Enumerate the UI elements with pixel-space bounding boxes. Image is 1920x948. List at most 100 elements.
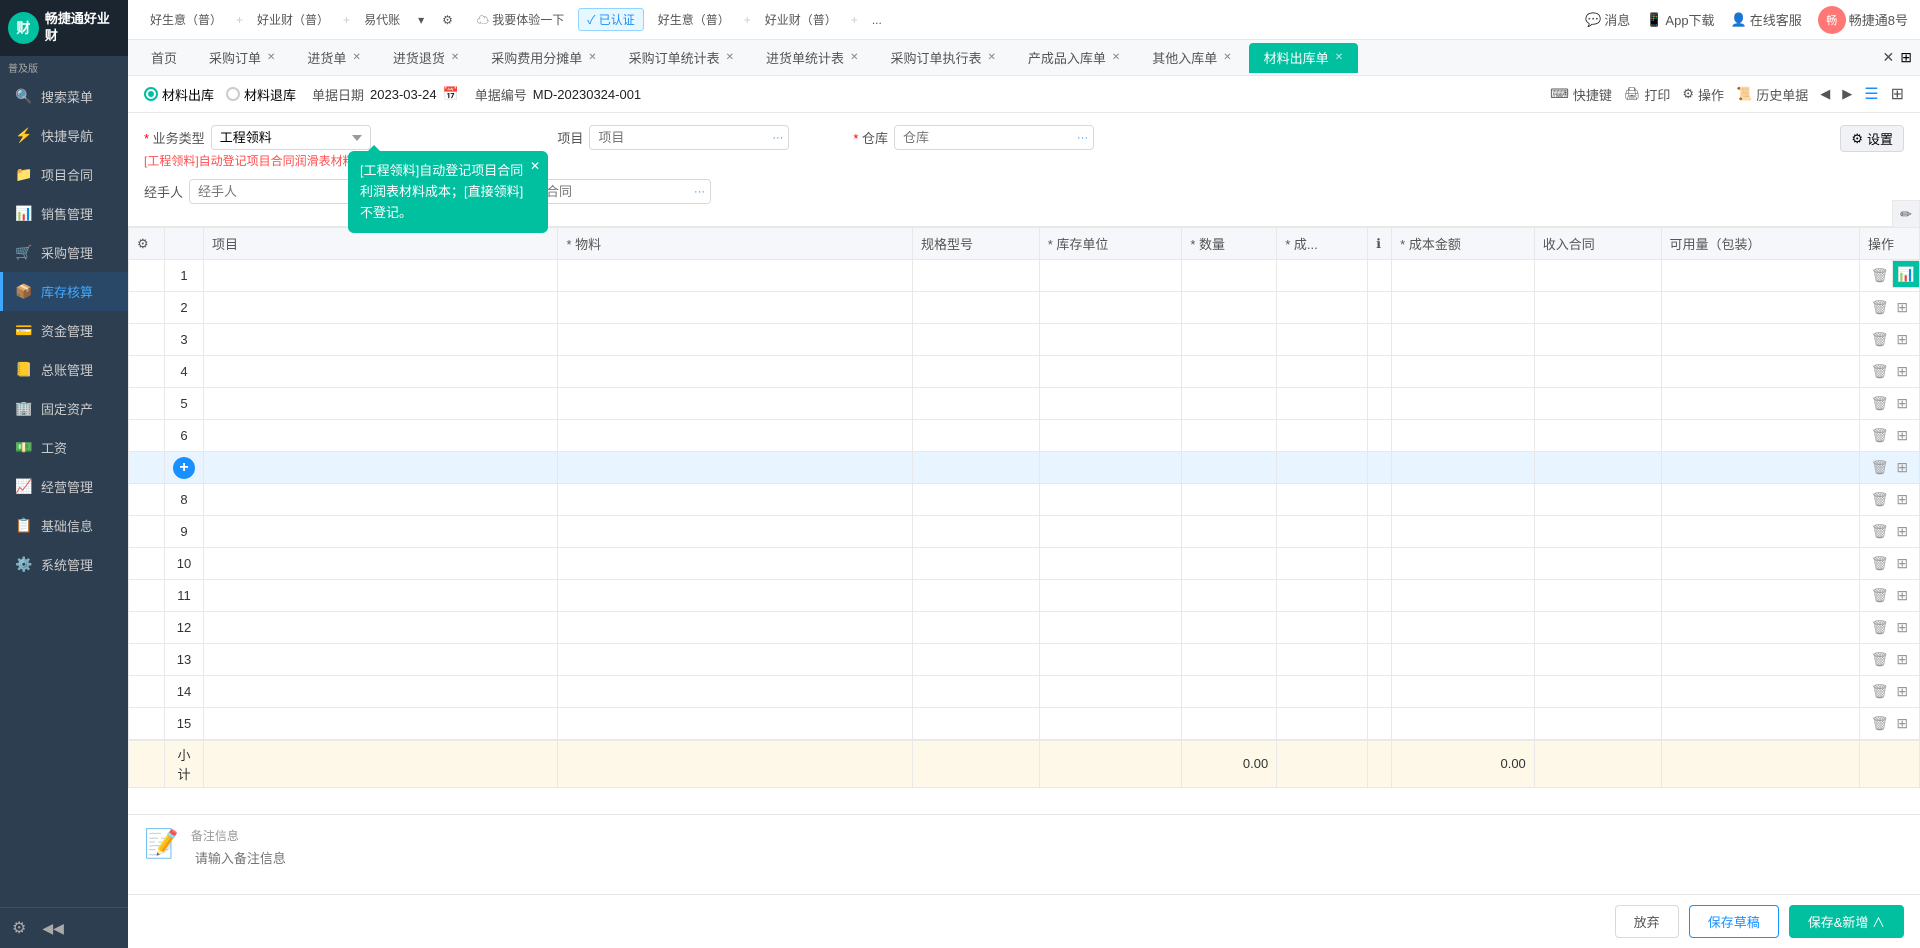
row-material-6[interactable] xyxy=(558,420,912,452)
sidebar-item-base-info[interactable]: 📋基础信息 xyxy=(0,506,128,545)
row-delete-15[interactable]: 🗑 xyxy=(1871,715,1889,731)
row-unit-15[interactable] xyxy=(1039,708,1182,740)
row-unit-7[interactable] xyxy=(1039,452,1182,484)
tab-material-out[interactable]: 材料出库单✕ xyxy=(1249,43,1358,73)
tab-close-purchase-order-stat[interactable]: ✕ xyxy=(726,52,734,63)
tab-purchase-exec[interactable]: 采购订单执行表✕ xyxy=(875,43,1010,73)
row-quantity-4[interactable] xyxy=(1182,356,1277,388)
row-material-14[interactable] xyxy=(558,676,912,708)
row-copy-4[interactable]: ⊞ xyxy=(1896,363,1908,379)
topnav-app-download[interactable]: 📱 App下载 xyxy=(1646,10,1714,29)
row-quantity-15[interactable] xyxy=(1182,708,1277,740)
row-copy-7[interactable]: ⊞ xyxy=(1896,459,1908,475)
sidebar-item-system-management[interactable]: ⚙️系统管理 xyxy=(0,545,128,584)
tab-goods-return[interactable]: 进货退货✕ xyxy=(378,43,474,73)
discard-button[interactable]: 放弃 xyxy=(1615,905,1679,938)
row-cost-6[interactable] xyxy=(1277,420,1368,452)
row-income-contract-9[interactable] xyxy=(1534,516,1661,548)
row-income-contract-5[interactable] xyxy=(1534,388,1661,420)
row-available-4[interactable] xyxy=(1661,356,1859,388)
topnav-good-wealth-2[interactable]: 好业财（普） xyxy=(755,7,847,32)
row-available-7[interactable] xyxy=(1661,452,1859,484)
row-spec-14[interactable] xyxy=(912,676,1039,708)
row-material-1[interactable] xyxy=(558,260,912,292)
row-delete-12[interactable]: 🗑 xyxy=(1871,619,1889,635)
row-income-contract-6[interactable] xyxy=(1534,420,1661,452)
row-material-8[interactable] xyxy=(558,484,912,516)
row-quantity-3[interactable] xyxy=(1182,324,1277,356)
row-unit-4[interactable] xyxy=(1039,356,1182,388)
row-available-15[interactable] xyxy=(1661,708,1859,740)
row-cost-4[interactable] xyxy=(1277,356,1368,388)
tab-close-purchase-exec[interactable]: ✕ xyxy=(987,52,995,63)
row-income-contract-11[interactable] xyxy=(1534,580,1661,612)
row-cost-10[interactable] xyxy=(1277,548,1368,580)
row-copy-13[interactable]: ⊞ xyxy=(1896,651,1908,667)
row-cost-amount-10[interactable] xyxy=(1392,548,1535,580)
row-cost-8[interactable] xyxy=(1277,484,1368,516)
row-project-10[interactable] xyxy=(204,548,558,580)
row-quantity-6[interactable] xyxy=(1182,420,1277,452)
row-material-13[interactable] xyxy=(558,644,912,676)
col-header-cost-info[interactable]: ℹ xyxy=(1368,228,1392,260)
right-panel-green-icon[interactable]: 📊 xyxy=(1892,260,1920,288)
sidebar-item-purchase-management[interactable]: 🛒采购管理 xyxy=(0,233,128,272)
sidebar-item-search-menu[interactable]: 🔍搜索菜单 xyxy=(0,77,128,116)
row-project-6[interactable] xyxy=(204,420,558,452)
row-material-11[interactable] xyxy=(558,580,912,612)
sidebar-item-project-contract[interactable]: 📁项目合同 xyxy=(0,155,128,194)
row-spec-3[interactable] xyxy=(912,324,1039,356)
settings-button[interactable]: ⚙ 设置 xyxy=(1840,125,1904,152)
row-copy-9[interactable]: ⊞ xyxy=(1896,523,1908,539)
project-input[interactable] xyxy=(589,125,789,150)
business-type-select[interactable]: 工程领料 直接领料 xyxy=(211,125,371,150)
row-cost-14[interactable] xyxy=(1277,676,1368,708)
row-spec-10[interactable] xyxy=(912,548,1039,580)
sidebar-item-payroll[interactable]: 💵工资 xyxy=(0,428,128,467)
row-delete-11[interactable]: 🗑 xyxy=(1871,587,1889,603)
row-project-11[interactable] xyxy=(204,580,558,612)
row-cost-15[interactable] xyxy=(1277,708,1368,740)
row-available-1[interactable] xyxy=(1661,260,1859,292)
tab-goods-receipt[interactable]: 进货单✕ xyxy=(292,43,375,73)
row-delete-14[interactable]: 🗑 xyxy=(1871,683,1889,699)
topnav-user[interactable]: 畅 畅捷通8号 xyxy=(1818,6,1908,34)
row-cost-amount-14[interactable] xyxy=(1392,676,1535,708)
row-spec-13[interactable] xyxy=(912,644,1039,676)
row-unit-1[interactable] xyxy=(1039,260,1182,292)
row-material-7[interactable] xyxy=(558,452,912,484)
row-available-11[interactable] xyxy=(1661,580,1859,612)
row-spec-8[interactable] xyxy=(912,484,1039,516)
row-cost-amount-1[interactable] xyxy=(1392,260,1535,292)
row-available-8[interactable] xyxy=(1661,484,1859,516)
row-income-contract-15[interactable] xyxy=(1534,708,1661,740)
row-spec-12[interactable] xyxy=(912,612,1039,644)
warehouse-search-icon[interactable]: ··· xyxy=(1077,132,1088,144)
tab-expand[interactable]: ⊞ xyxy=(1900,49,1912,66)
tab-close-product-warehousing[interactable]: ✕ xyxy=(1112,52,1120,63)
row-project-2[interactable] xyxy=(204,292,558,324)
row-quantity-5[interactable] xyxy=(1182,388,1277,420)
topnav-settings[interactable]: ⚙ xyxy=(432,9,463,31)
row-material-12[interactable] xyxy=(558,612,912,644)
row-quantity-1[interactable] xyxy=(1182,260,1277,292)
tab-purchase-order-stat[interactable]: 采购订单统计表✕ xyxy=(614,43,749,73)
row-cost-amount-5[interactable] xyxy=(1392,388,1535,420)
row-project-1[interactable] xyxy=(204,260,558,292)
row-delete-6[interactable]: 🗑 xyxy=(1871,427,1889,443)
tab-other-warehousing[interactable]: 其他入库单✕ xyxy=(1137,43,1246,73)
row-delete-3[interactable]: 🗑 xyxy=(1871,331,1889,347)
row-available-9[interactable] xyxy=(1661,516,1859,548)
row-material-15[interactable] xyxy=(558,708,912,740)
row-spec-7[interactable] xyxy=(912,452,1039,484)
tab-close-material-out[interactable]: ✕ xyxy=(1335,52,1343,63)
row-income-contract-4[interactable] xyxy=(1534,356,1661,388)
row-income-contract-3[interactable] xyxy=(1534,324,1661,356)
print-btn[interactable]: 🖨 打印 xyxy=(1624,85,1671,104)
topnav-online-service[interactable]: 👤 在线客服 xyxy=(1731,10,1802,29)
tooltip-close-icon[interactable]: ✕ xyxy=(530,157,540,176)
row-income-contract-10[interactable] xyxy=(1534,548,1661,580)
nav-next-icon[interactable]: ▶ xyxy=(1842,86,1852,102)
row-available-3[interactable] xyxy=(1661,324,1859,356)
nav-prev-icon[interactable]: ◀ xyxy=(1820,86,1830,102)
